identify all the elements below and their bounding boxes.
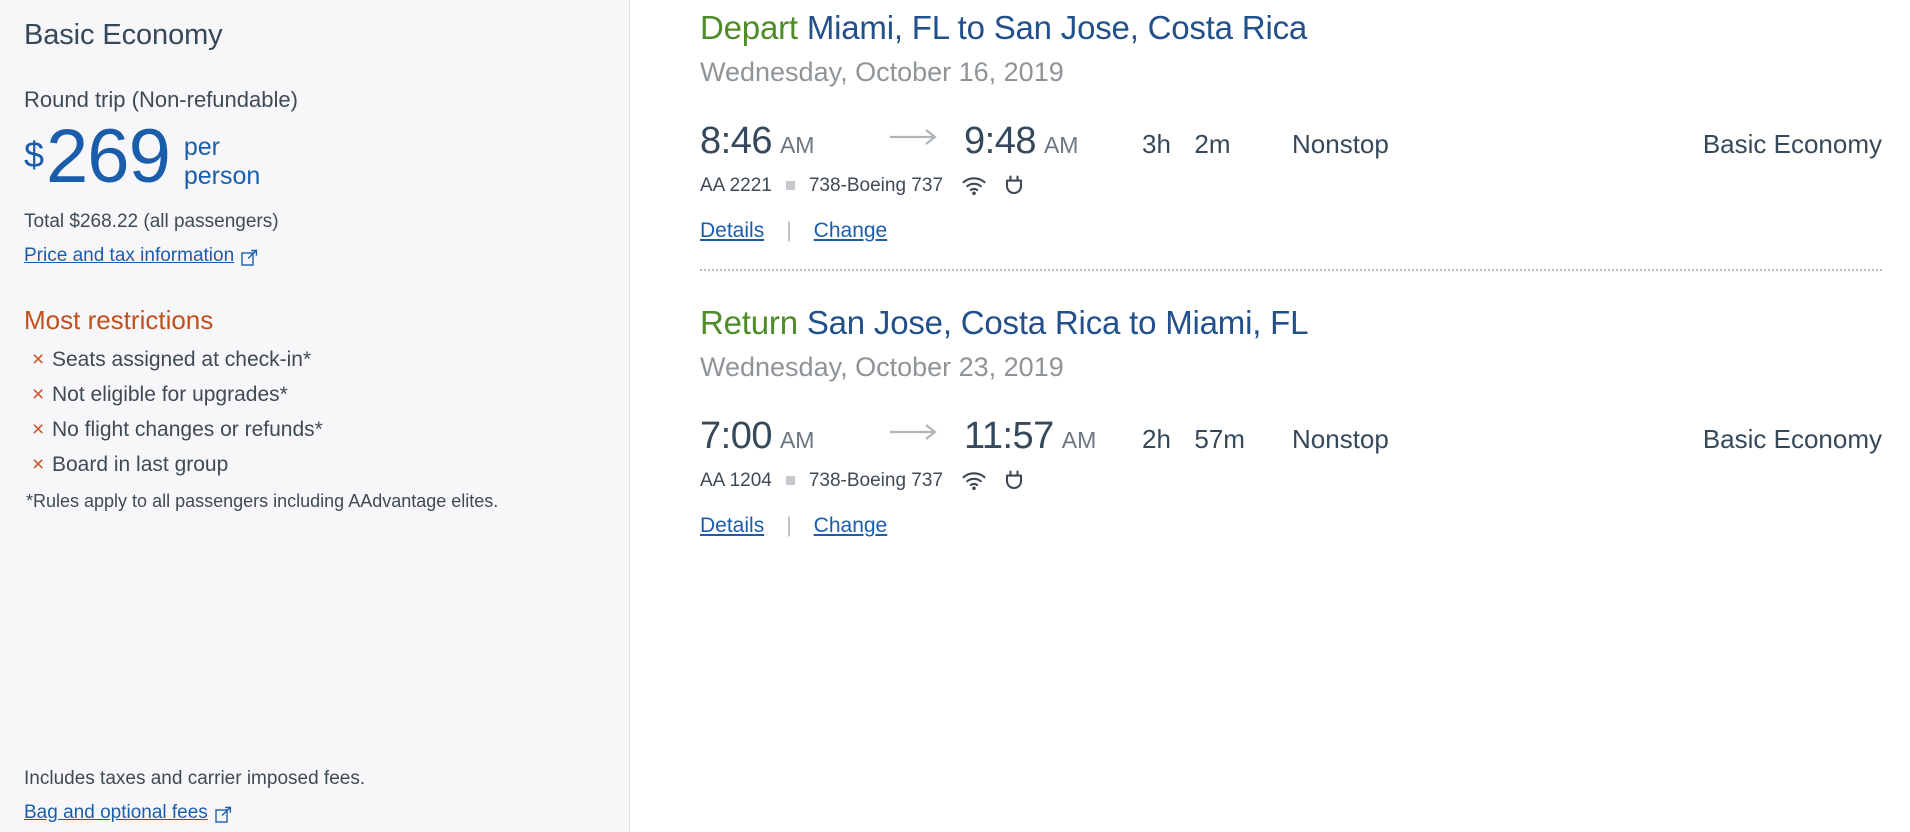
segment-direction-label: Depart	[700, 9, 798, 46]
segment-depart: Depart Miami, FL to San Jose, Costa Rica…	[700, 0, 1910, 243]
segment-date-label: Wednesday, October 16, 2019	[700, 56, 1064, 87]
flight-number: AA 2221	[700, 174, 772, 196]
price-display: $ 269 per person	[24, 114, 601, 200]
x-mark-icon: ×	[32, 382, 45, 406]
details-link[interactable]: Details	[700, 514, 764, 538]
duration-minutes: 57m	[1194, 423, 1245, 454]
segment-direction-label: Return	[700, 303, 798, 341]
wifi-icon	[961, 471, 987, 491]
price-amount: 269	[46, 114, 171, 200]
power-outlet-icon	[1003, 470, 1025, 492]
per-person-label: per person	[183, 133, 261, 190]
list-item: × Not eligible for upgrades*	[24, 382, 601, 408]
price-and-tax-information-link[interactable]: Price and tax information	[24, 245, 258, 267]
restriction-label: No flight changes or refunds*	[52, 418, 323, 442]
change-link[interactable]: Change	[814, 514, 888, 538]
details-link[interactable]: Details	[700, 219, 764, 243]
flight-duration: 3h 2m	[1142, 129, 1292, 160]
departure-time-value: 8:46	[700, 119, 772, 162]
cabin-class-label: Basic Economy	[1702, 423, 1882, 454]
total-price-label: Total $268.22 (all passengers)	[24, 211, 279, 233]
price-tax-link-row: Price and tax information	[24, 245, 601, 267]
flight-number: AA 1204	[700, 469, 772, 491]
segment-heading: Return San Jose, Costa Rica to Miami, FL	[700, 303, 1910, 343]
external-link-icon	[241, 249, 258, 266]
stops-label: Nonstop	[1292, 128, 1389, 159]
cabin-class-label: Basic Economy	[1702, 128, 1882, 159]
departure-time-meridiem: AM	[779, 426, 815, 453]
list-item: × Board in last group	[24, 452, 601, 478]
link-separator: |	[786, 513, 792, 537]
aircraft-info-row: AA 1204 738-Boeing 737	[700, 470, 1910, 492]
x-mark-icon: ×	[32, 347, 45, 371]
arrival-time-value: 11:57	[964, 414, 1054, 457]
list-item: × Seats assigned at check-in*	[24, 347, 601, 373]
segment-route-label: San Jose, Costa Rica to Miami, FL	[806, 303, 1309, 341]
bag-and-optional-fees-link[interactable]: Bag and optional fees	[24, 802, 232, 824]
restriction-label: Board in last group	[52, 453, 229, 477]
flight-summary-row: 8:46 AM 9:48 AM 3h 2m Nonstop Basic Econ…	[700, 120, 1910, 163]
fare-summary-page: Basic Economy Round trip (Non-refundable…	[0, 0, 1910, 832]
flight-arrow-icon	[868, 127, 964, 147]
change-link[interactable]: Change	[814, 219, 888, 243]
duration-hours: 2h	[1142, 423, 1171, 454]
flight-arrow-icon	[868, 422, 964, 442]
itinerary-panel: Depart Miami, FL to San Jose, Costa Rica…	[630, 0, 1910, 832]
price-and-tax-information-label: Price and tax information	[24, 245, 235, 267]
segment-date-label: Wednesday, October 23, 2019	[700, 351, 1064, 382]
separator-square-icon	[785, 181, 795, 191]
arrival-time-meridiem: AM	[1061, 426, 1097, 453]
segment-return: Return San Jose, Costa Rica to Miami, FL…	[700, 271, 1910, 538]
trip-type-label: Round trip (Non-refundable)	[24, 86, 298, 112]
segment-heading: Depart Miami, FL to San Jose, Costa Rica	[700, 8, 1910, 48]
arrival-time-meridiem: AM	[1043, 131, 1079, 158]
aircraft-info-row: AA 2221 738-Boeing 737	[700, 175, 1910, 197]
segment-route-label: Miami, FL to San Jose, Costa Rica	[806, 9, 1308, 46]
duration-hours: 3h	[1142, 128, 1171, 159]
arrival-time: 11:57 AM	[964, 415, 1142, 458]
link-separator: |	[786, 218, 792, 242]
aircraft-type: 738-Boeing 737	[808, 469, 944, 491]
duration-minutes: 2m	[1194, 128, 1231, 159]
wifi-icon	[961, 176, 987, 196]
restrictions-footnote: *Rules apply to all passengers including…	[26, 490, 499, 511]
fare-details-panel: Basic Economy Round trip (Non-refundable…	[0, 0, 630, 832]
segment-actions: Details | Change	[700, 219, 1910, 243]
segment-actions: Details | Change	[700, 514, 1910, 538]
restrictions-heading: Most restrictions	[24, 305, 214, 336]
flight-duration: 2h 57m	[1142, 424, 1292, 455]
includes-taxes-label: Includes taxes and carrier imposed fees.	[24, 768, 366, 789]
restriction-label: Seats assigned at check-in*	[52, 347, 312, 371]
restrictions-list: × Seats assigned at check-in* × Not elig…	[24, 347, 601, 479]
x-mark-icon: ×	[32, 418, 45, 442]
aircraft-type: 738-Boeing 737	[808, 174, 944, 196]
external-link-icon	[215, 806, 232, 823]
currency-symbol: $	[24, 134, 45, 176]
fare-footer: Includes taxes and carrier imposed fees.…	[24, 768, 584, 824]
bag-and-optional-fees-label: Bag and optional fees	[24, 802, 208, 823]
restriction-label: Not eligible for upgrades*	[52, 382, 288, 406]
departure-time: 8:46 AM	[700, 120, 868, 163]
flight-summary-row: 7:00 AM 11:57 AM 2h 57m Nonstop Basic Ec…	[700, 415, 1910, 458]
list-item: × No flight changes or refunds*	[24, 417, 601, 443]
fare-title: Basic Economy	[24, 19, 223, 51]
arrival-time: 9:48 AM	[964, 120, 1142, 163]
separator-square-icon	[785, 476, 795, 486]
x-mark-icon: ×	[32, 453, 45, 477]
arrival-time-value: 9:48	[964, 119, 1036, 162]
departure-time-meridiem: AM	[779, 131, 815, 158]
departure-time-value: 7:00	[700, 414, 772, 457]
power-outlet-icon	[1003, 175, 1025, 197]
stops-label: Nonstop	[1292, 423, 1389, 454]
departure-time: 7:00 AM	[700, 415, 868, 458]
